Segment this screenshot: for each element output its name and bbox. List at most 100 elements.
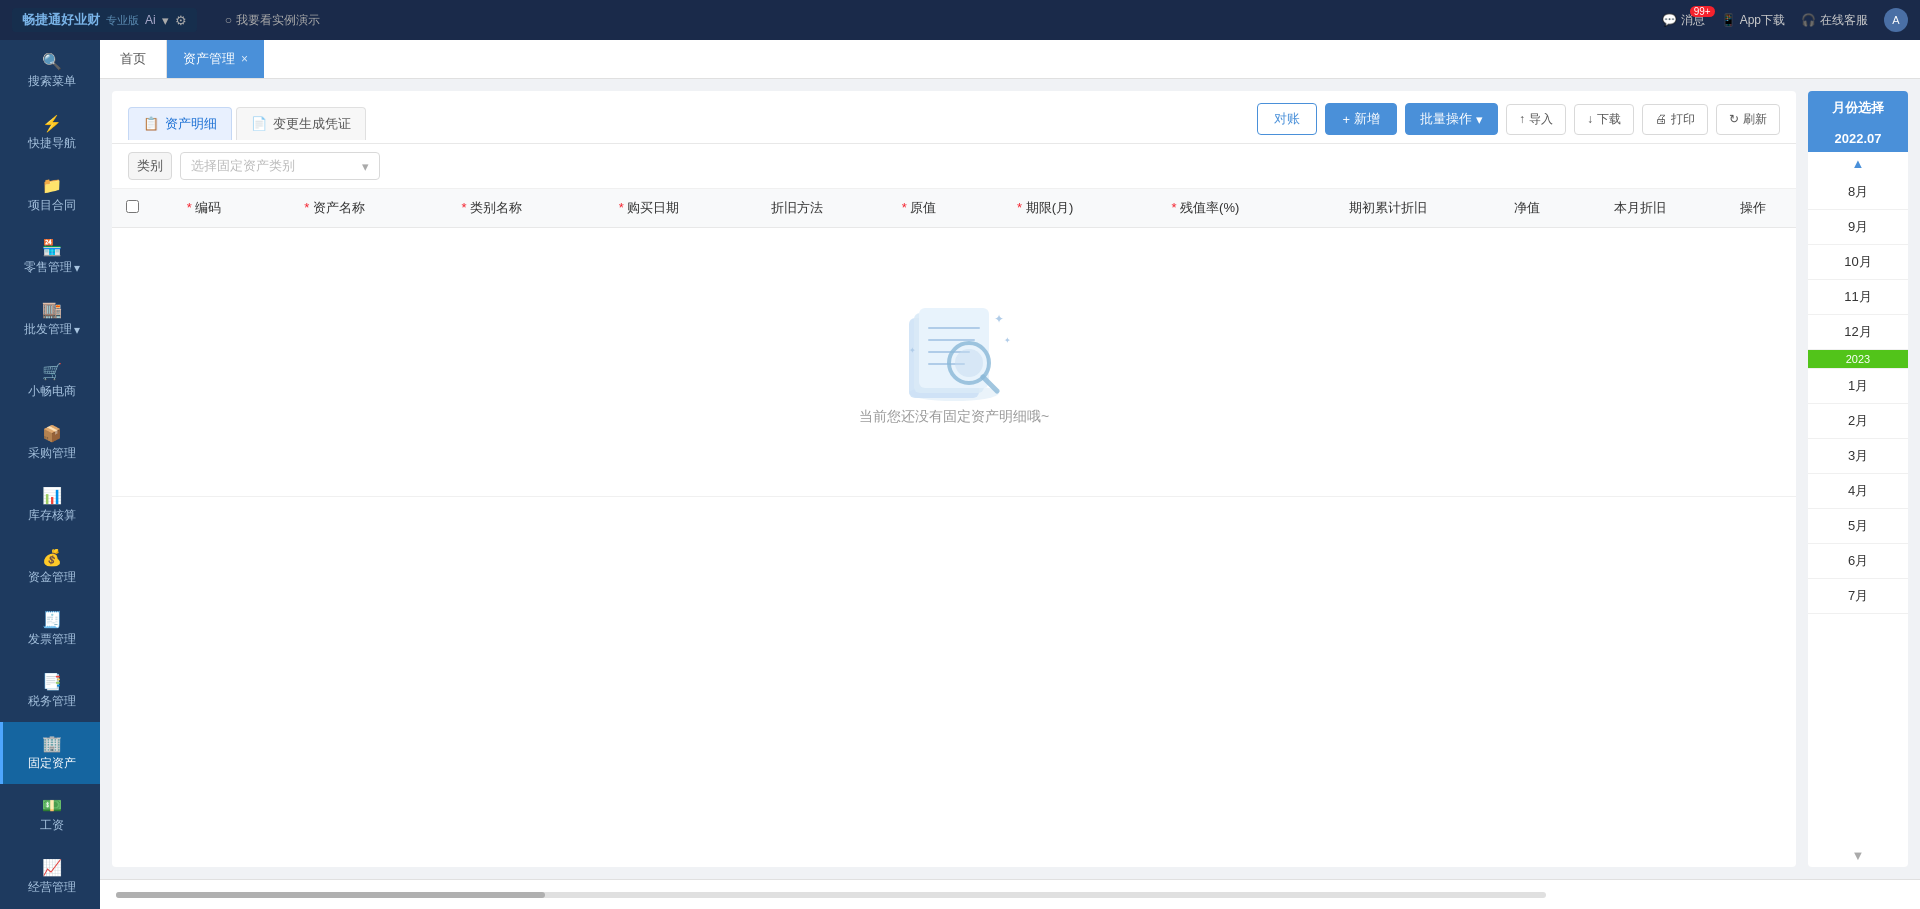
top-bar: 畅捷通好业财 专业版 Ai ▾ ⚙ ○ 我要看实例演示 💬 消息 99+ 📱 A… xyxy=(0,0,1920,40)
sidebar-item-ecommerce[interactable]: 🛒 小畅电商 xyxy=(0,350,100,412)
category-placeholder: 选择固定资产类别 xyxy=(191,157,295,175)
main-panel: 📋 资产明细 📄 变更生成凭证 对账 + 新增 xyxy=(112,91,1796,867)
demo-link[interactable]: ○ 我要看实例演示 xyxy=(225,12,320,29)
sidebar-item-invoice[interactable]: 🧾 发票管理 xyxy=(0,598,100,660)
sidebar-item-quicknav[interactable]: ⚡ 快捷导航 xyxy=(0,102,100,164)
month-item-3[interactable]: 3月 xyxy=(1808,439,1908,474)
sidebar-label-finance: 资金管理 xyxy=(11,569,92,586)
sidebar-label-wholesale: 批发管理 ▾ xyxy=(11,321,92,338)
main-toolbar: 对账 + 新增 批量操作 ▾ ↑ 导入 xyxy=(1257,103,1780,143)
operations-icon: 📈 xyxy=(11,858,92,877)
settings-icon[interactable]: ⚙ xyxy=(175,13,187,28)
page-content: 📋 资产明细 📄 变更生成凭证 对账 + 新增 xyxy=(100,79,1920,879)
select-all-checkbox[interactable] xyxy=(126,200,139,213)
table-header-period: 期限(月) xyxy=(971,189,1119,228)
category-label: 类别 xyxy=(128,152,172,180)
month-item-10[interactable]: 10月 xyxy=(1808,245,1908,280)
batch-button[interactable]: 批量操作 ▾ xyxy=(1405,103,1498,135)
sidebar-label-invoice: 发票管理 xyxy=(11,631,92,648)
sub-tab-change-voucher[interactable]: 📄 变更生成凭证 xyxy=(236,107,366,140)
app-download-button[interactable]: 📱 App下载 xyxy=(1721,12,1785,29)
sidebar-item-search[interactable]: 🔍 搜索菜单 xyxy=(0,40,100,102)
import-label: 导入 xyxy=(1529,111,1553,128)
retail-icon: 🏪 xyxy=(11,238,92,257)
ecommerce-icon: 🛒 xyxy=(11,362,92,381)
finance-icon: 💰 xyxy=(11,548,92,567)
table-header-code: 编码 xyxy=(152,189,256,228)
month-item-4[interactable]: 4月 xyxy=(1808,474,1908,509)
sidebar-label-purchase: 采购管理 xyxy=(11,445,92,462)
refresh-button[interactable]: ↻ 刷新 xyxy=(1716,104,1780,135)
table-wrap: 编码 资产名称 类别名称 购买日期 折旧方法 原值 期限(月) 残值率(%) 期… xyxy=(112,189,1796,867)
page-bottom xyxy=(100,879,1920,909)
online-service-label: 在线客服 xyxy=(1820,12,1868,29)
batch-arrow-icon: ▾ xyxy=(1476,112,1483,127)
month-item-1[interactable]: 1月 xyxy=(1808,369,1908,404)
table-header-row: 编码 资产名称 类别名称 购买日期 折旧方法 原值 期限(月) 残值率(%) 期… xyxy=(112,189,1796,228)
messages-button[interactable]: 💬 消息 99+ xyxy=(1662,12,1705,29)
app-download-label: App下载 xyxy=(1740,12,1785,29)
month-scroll-down[interactable]: ▼ xyxy=(1808,844,1908,867)
refresh-label: 刷新 xyxy=(1743,111,1767,128)
category-select-arrow: ▾ xyxy=(362,159,369,174)
sidebar-item-tax[interactable]: 📑 税务管理 xyxy=(0,660,100,722)
online-service-button[interactable]: 🎧 在线客服 xyxy=(1801,12,1868,29)
month-item-7[interactable]: 7月 xyxy=(1808,579,1908,614)
sidebar-label-quicknav: 快捷导航 xyxy=(11,135,92,152)
print-button[interactable]: 🖨 打印 xyxy=(1642,104,1708,135)
sidebar-item-inventory[interactable]: 📊 库存核算 xyxy=(0,474,100,536)
month-scroll-up[interactable]: ▲ xyxy=(1808,152,1908,175)
month-item-11[interactable]: 11月 xyxy=(1808,280,1908,315)
sidebar-item-project[interactable]: 📁 项目合同 xyxy=(0,164,100,226)
sidebar-item-operations[interactable]: 📈 经营管理 xyxy=(0,846,100,908)
table-header-asset-name: 资产名称 xyxy=(256,189,413,228)
sidebar-label-tax: 税务管理 xyxy=(11,693,92,710)
headset-icon: 🎧 xyxy=(1801,13,1816,27)
table-header-original-value: 原值 xyxy=(867,189,971,228)
month-item-5[interactable]: 5月 xyxy=(1808,509,1908,544)
project-icon: 📁 xyxy=(11,176,92,195)
add-label: 新增 xyxy=(1354,110,1380,128)
app-icon: 📱 xyxy=(1721,13,1736,27)
empty-text: 当前您还没有固定资产明细哦~ xyxy=(859,408,1049,426)
tab-assets[interactable]: 资产管理 × xyxy=(167,40,264,78)
table-header-category-name: 类别名称 xyxy=(413,189,570,228)
demo-text: 我要看实例演示 xyxy=(236,12,320,29)
sub-tab-asset-detail[interactable]: 📋 资产明细 xyxy=(128,107,232,140)
sidebar-item-finance[interactable]: 💰 资金管理 xyxy=(0,536,100,598)
month-item-9[interactable]: 9月 xyxy=(1808,210,1908,245)
table-header-net-value: 净值 xyxy=(1484,189,1570,228)
assets-icon: 🏢 xyxy=(11,734,92,753)
month-panel: 月份选择 2022.07 ▲ 8月 9月 10月 11月 12月 2023 1月… xyxy=(1808,91,1908,867)
sidebar-item-assets[interactable]: 🏢 固定资产 xyxy=(0,722,100,784)
month-item-8[interactable]: 8月 xyxy=(1808,175,1908,210)
sidebar-item-purchase[interactable]: 📦 采购管理 xyxy=(0,412,100,474)
import-button[interactable]: ↑ 导入 xyxy=(1506,104,1566,135)
sidebar: 🔍 搜索菜单 ⚡ 快捷导航 📁 项目合同 🏪 零售管理 ▾ 🏬 批发管理 ▾ xyxy=(0,40,100,909)
reconcile-button[interactable]: 对账 xyxy=(1257,103,1317,135)
month-item-2[interactable]: 2月 xyxy=(1808,404,1908,439)
horizontal-scrollbar[interactable] xyxy=(116,892,1546,898)
month-item-6[interactable]: 6月 xyxy=(1808,544,1908,579)
month-item-12[interactable]: 12月 xyxy=(1808,315,1908,350)
category-select[interactable]: 选择固定资产类别 ▾ xyxy=(180,152,380,180)
sub-tab-asset-detail-label: 资产明细 xyxy=(165,115,217,133)
sidebar-label-salary: 工资 xyxy=(11,817,92,834)
svg-text:✦: ✦ xyxy=(1004,336,1011,345)
tab-close-icon[interactable]: × xyxy=(241,52,248,66)
sidebar-item-retail[interactable]: 🏪 零售管理 ▾ xyxy=(0,226,100,288)
month-list: 8月 9月 10月 11月 12月 2023 1月 2月 3月 4月 5月 6月… xyxy=(1808,175,1908,844)
sidebar-label-ecommerce: 小畅电商 xyxy=(11,383,92,400)
download-label: 下载 xyxy=(1597,111,1621,128)
message-icon: 💬 xyxy=(1662,13,1677,27)
sidebar-item-wholesale[interactable]: 🏬 批发管理 ▾ xyxy=(0,288,100,350)
main-layout: 🔍 搜索菜单 ⚡ 快捷导航 📁 项目合同 🏪 零售管理 ▾ 🏬 批发管理 ▾ xyxy=(0,40,1920,909)
add-button[interactable]: + 新增 xyxy=(1325,103,1397,135)
sidebar-item-salary[interactable]: 💵 工资 xyxy=(0,784,100,846)
avatar[interactable]: A xyxy=(1884,8,1908,32)
year-display-row: 2022.07 xyxy=(1808,125,1908,152)
sidebar-label-assets: 固定资产 xyxy=(11,755,92,772)
download-button[interactable]: ↓ 下载 xyxy=(1574,104,1634,135)
dropdown-icon[interactable]: ▾ xyxy=(162,13,169,28)
tab-home[interactable]: 首页 xyxy=(100,40,167,78)
